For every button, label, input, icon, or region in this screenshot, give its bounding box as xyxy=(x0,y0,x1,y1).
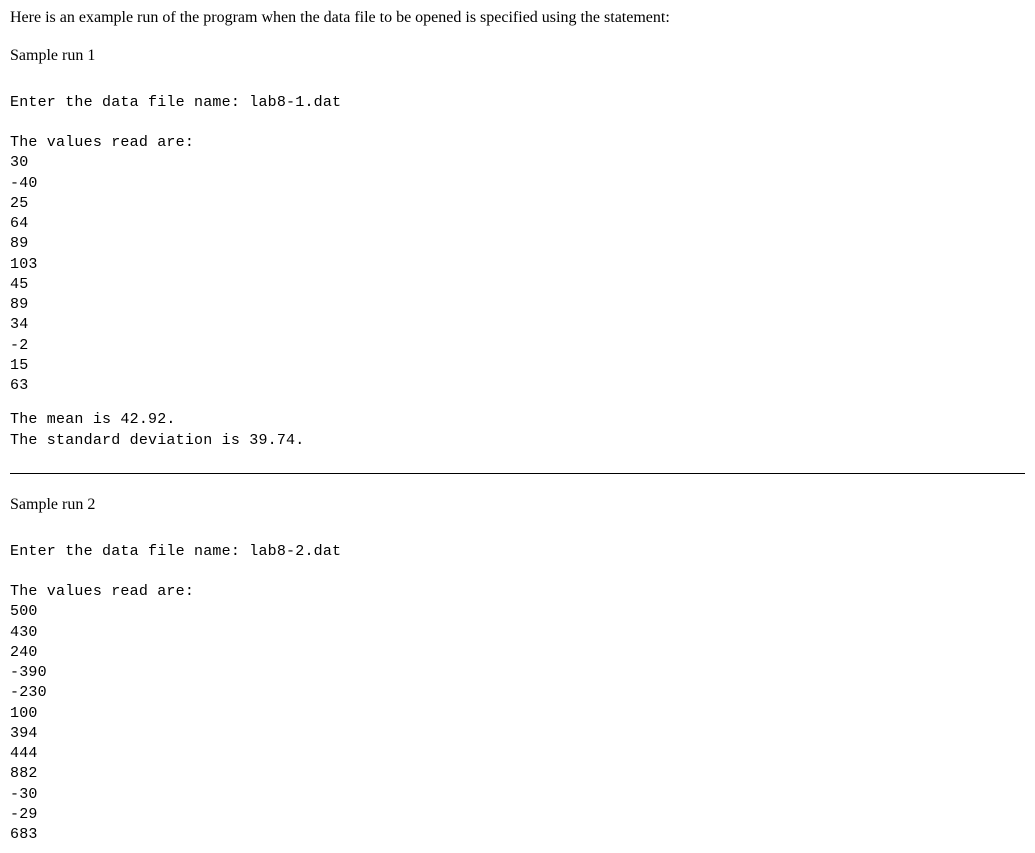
run2-value: 394 xyxy=(10,724,1025,744)
run2-value: -29 xyxy=(10,805,1025,825)
blank-line xyxy=(10,568,1025,582)
run1-value: 25 xyxy=(10,194,1025,214)
run2-value: 500 xyxy=(10,602,1025,622)
run2-value: 240 xyxy=(10,643,1025,663)
blank-line xyxy=(10,119,1025,133)
run1-value: 30 xyxy=(10,153,1025,173)
run2-value: -230 xyxy=(10,683,1025,703)
run2-value: -390 xyxy=(10,663,1025,683)
run1-value: 45 xyxy=(10,275,1025,295)
run1-value: 64 xyxy=(10,214,1025,234)
sample-run-1-heading: Sample run 1 xyxy=(10,47,1025,65)
run1-mean-line: The mean is 42.92. xyxy=(10,410,1025,430)
run2-value: 882 xyxy=(10,764,1025,784)
run1-value: 63 xyxy=(10,376,1025,396)
run2-value: 100 xyxy=(10,704,1025,724)
run1-prompt-line: Enter the data file name: lab8-1.dat xyxy=(10,93,1025,113)
run1-value: -2 xyxy=(10,336,1025,356)
run2-prompt-line: Enter the data file name: lab8-2.dat xyxy=(10,542,1025,562)
run1-value: 15 xyxy=(10,356,1025,376)
run2-value: 683 xyxy=(10,825,1025,845)
run2-value: 444 xyxy=(10,744,1025,764)
run1-stddev-line: The standard deviation is 39.74. xyxy=(10,431,1025,451)
run1-value: -40 xyxy=(10,174,1025,194)
run2-value: 430 xyxy=(10,623,1025,643)
sample-run-2-heading: Sample run 2 xyxy=(10,496,1025,514)
separator xyxy=(10,473,1025,474)
run1-values-heading: The values read are: xyxy=(10,133,1025,153)
intro-text: Here is an example run of the program wh… xyxy=(10,8,1025,29)
blank-line xyxy=(10,396,1025,410)
run1-value: 34 xyxy=(10,315,1025,335)
run1-value: 103 xyxy=(10,255,1025,275)
run2-value: -30 xyxy=(10,785,1025,805)
run2-values-heading: The values read are: xyxy=(10,582,1025,602)
run1-value: 89 xyxy=(10,234,1025,254)
run1-value: 89 xyxy=(10,295,1025,315)
